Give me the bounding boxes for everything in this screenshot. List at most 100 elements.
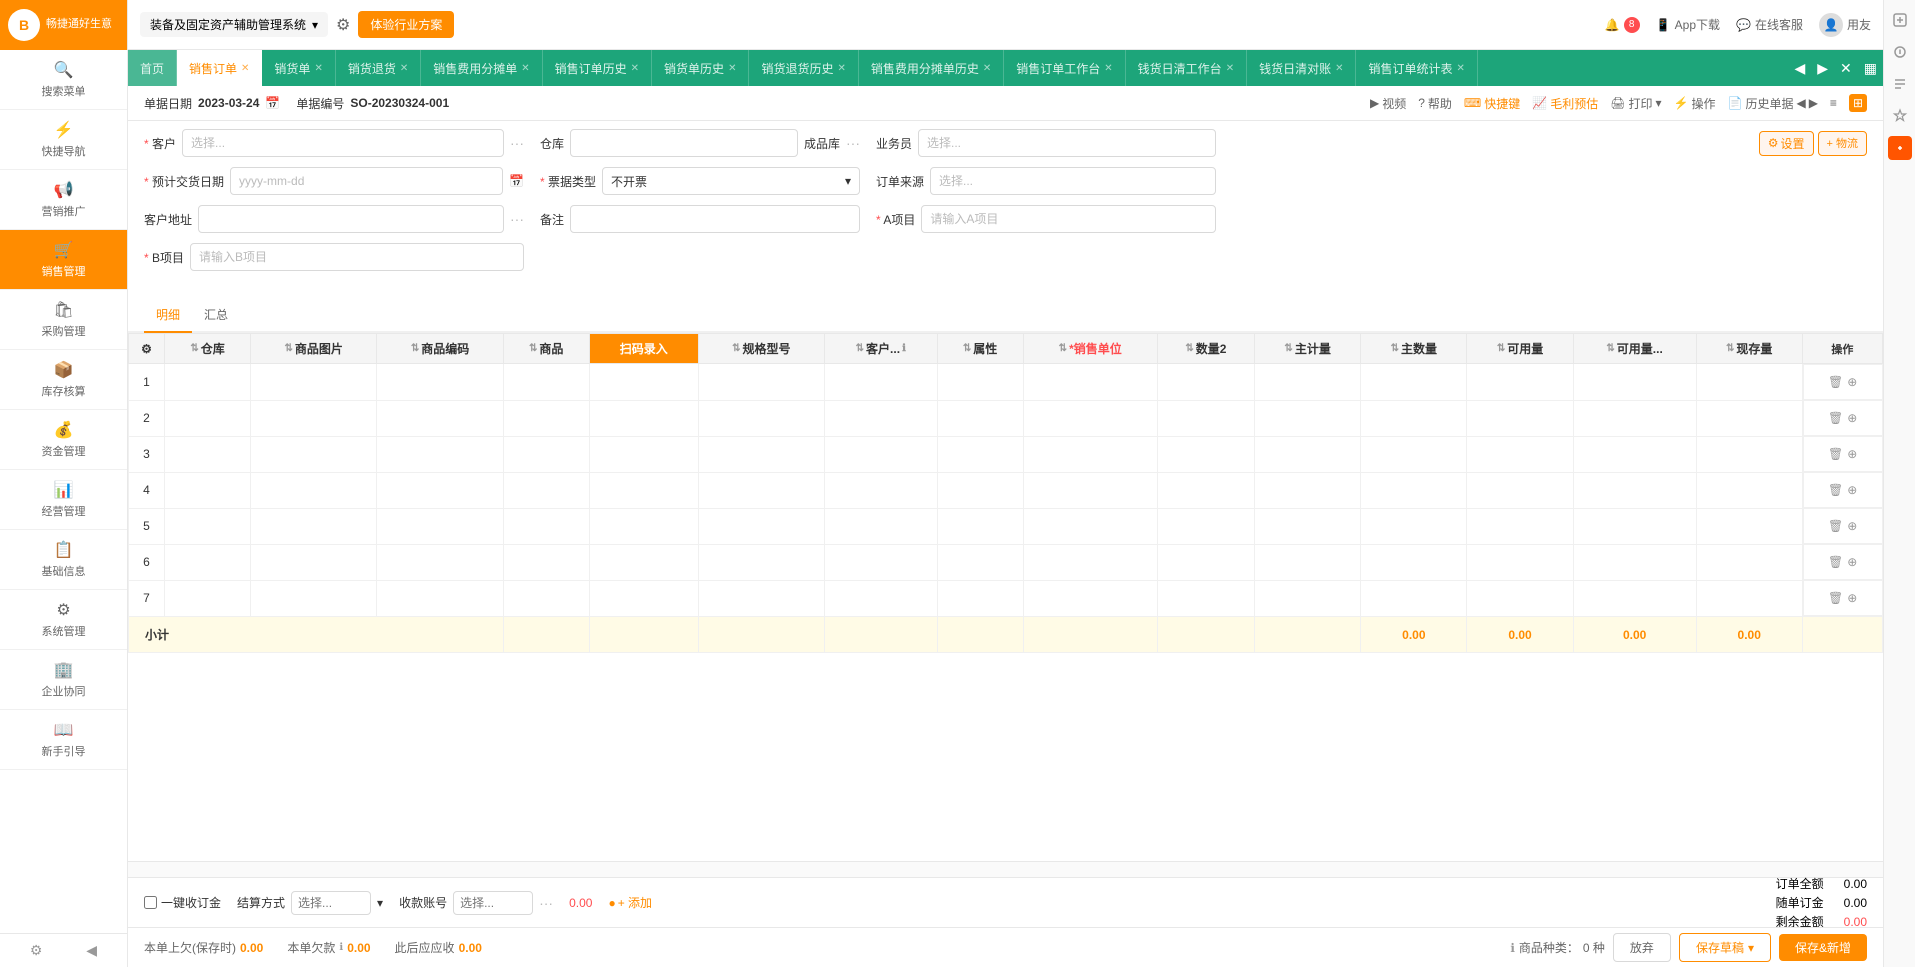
nav-tab-stats[interactable]: 销售订单统计表 ✕ [1356,50,1477,86]
nav-tab-close-icon[interactable]: ✕ [1457,63,1465,74]
online-service-item[interactable]: 💬 在线客服 [1736,16,1803,33]
row-current-stock[interactable] [1696,544,1802,580]
customer-input[interactable] [182,129,504,157]
row-current-stock[interactable] [1696,580,1802,617]
sidebar-settings-btn[interactable]: ⚙ [30,942,43,959]
customer-dots-icon[interactable]: ··· [510,135,524,151]
row-current-stock[interactable] [1696,436,1802,472]
discard-button[interactable]: 放弃 [1613,933,1671,962]
row-customer-code[interactable] [824,436,937,472]
row-current-stock[interactable] [1696,508,1802,544]
nav-tab-return-history[interactable]: 销货退货历史 ✕ [749,50,858,86]
operations-action[interactable]: ⚡ 操作 [1674,95,1716,112]
row-customer-code[interactable] [824,544,937,580]
row-code[interactable] [377,436,503,472]
sidebar-item-purchase[interactable]: 🛍 采购管理 [0,290,127,350]
row-image[interactable] [251,472,377,508]
horizontal-scrollbar[interactable] [128,861,1883,877]
row-qty2[interactable] [1157,436,1254,472]
row-attributes[interactable] [937,580,1023,617]
row-code[interactable] [377,400,503,436]
row-code[interactable] [377,544,503,580]
right-panel-btn-3[interactable] [1888,72,1912,96]
row-main-qty[interactable] [1361,508,1467,544]
row-customer-code[interactable] [824,508,937,544]
nav-tab-return[interactable]: 销货退货 ✕ [336,50,421,86]
row-main-qty[interactable] [1361,580,1467,617]
profit-action[interactable]: 📈 毛利预估 [1532,95,1598,112]
nav-tab-close-icon[interactable]: ✕ [1335,63,1343,74]
history-action[interactable]: 📄 历史单据 ◀ ▶ [1727,95,1817,112]
row-attributes[interactable] [937,400,1023,436]
row-warehouse[interactable] [165,436,251,472]
row-scan[interactable] [589,400,698,436]
tab-summary[interactable]: 汇总 [192,298,240,331]
shortcut-action[interactable]: ⌨ 快捷键 [1464,95,1520,112]
row-qty2[interactable] [1157,400,1254,436]
settings-icon[interactable]: ⚙ [141,342,152,356]
row-warehouse[interactable] [165,580,251,617]
row-product[interactable] [503,364,589,401]
row-scan[interactable] [589,364,698,401]
nav-tab-delivery-history[interactable]: 销货单历史 ✕ [652,50,749,86]
save-new-button[interactable]: 保存&新增 [1779,934,1867,961]
nav-tab-close-icon[interactable]: ✕ [241,63,249,74]
row-main-unit[interactable] [1255,400,1361,436]
row-product[interactable] [503,544,589,580]
sidebar-item-search[interactable]: 🔍 搜索菜单 [0,50,127,110]
save-draft-button[interactable]: 保存草稿 ▾ [1679,933,1771,962]
payment-method-input[interactable] [291,891,371,915]
row-spec[interactable] [698,364,824,401]
row-scan[interactable] [589,508,698,544]
copy-icon[interactable]: ⊕ [1847,447,1857,461]
nav-tab-expense-history[interactable]: 销售费用分摊单历史 ✕ [859,50,1004,86]
row-attributes[interactable] [937,364,1023,401]
row-available1[interactable] [1467,580,1573,617]
expected-date-input[interactable] [230,167,503,195]
solution-button[interactable]: 体验行业方案 [358,11,454,38]
sidebar-item-inventory[interactable]: 📦 库存核算 [0,350,127,410]
row-main-qty[interactable] [1361,400,1467,436]
sidebar-item-nav[interactable]: ⚡ 快捷导航 [0,110,127,170]
row-qty2[interactable] [1157,364,1254,401]
b-project-input[interactable] [190,243,524,271]
row-main-qty[interactable] [1361,364,1467,401]
calendar-icon[interactable]: 📅 [265,96,280,110]
row-code[interactable] [377,472,503,508]
nav-tab-sales-order[interactable]: 销售订单 ✕ [177,50,262,86]
row-available2[interactable] [1573,472,1696,508]
row-scan[interactable] [589,580,698,617]
nav-tab-close-icon[interactable]: ✕ [521,63,529,74]
nav-tab-close-icon[interactable]: ✕ [631,63,639,74]
salesperson-input[interactable] [918,129,1216,157]
settings-button[interactable]: ⚙ 设置 [1759,131,1814,156]
help-action[interactable]: ? 帮助 [1418,95,1452,112]
nav-tab-close-icon[interactable]: ✕ [314,63,322,74]
order-source-input[interactable] [930,167,1216,195]
row-available1[interactable] [1467,508,1573,544]
row-available2[interactable] [1573,436,1696,472]
row-warehouse[interactable] [165,544,251,580]
row-available1[interactable] [1467,472,1573,508]
row-warehouse[interactable] [165,400,251,436]
nav-tab-order-history[interactable]: 销售订单历史 ✕ [543,50,652,86]
copy-icon[interactable]: ⊕ [1847,555,1857,569]
row-main-qty[interactable] [1361,544,1467,580]
nav-tab-daily-workbench[interactable]: 钱货日清工作台 ✕ [1126,50,1247,86]
delete-icon[interactable]: 🗑 [1828,375,1843,389]
row-product[interactable] [503,580,589,617]
row-spec[interactable] [698,472,824,508]
row-available2[interactable] [1573,400,1696,436]
row-main-unit[interactable] [1255,508,1361,544]
row-spec[interactable] [698,436,824,472]
sidebar-item-enterprise[interactable]: 🏢 企业协同 [0,650,127,710]
row-unit[interactable] [1023,544,1157,580]
nav-tab-home[interactable]: 首页 [128,50,177,86]
row-current-stock[interactable] [1696,364,1802,401]
row-code[interactable] [377,364,503,401]
nav-tab-sales-delivery[interactable]: 销货单 ✕ [262,50,335,86]
notification-item[interactable]: 🔔 8 [1605,17,1640,33]
a-project-input[interactable] [921,205,1216,233]
row-product[interactable] [503,508,589,544]
topbar-settings-icon[interactable]: ⚙ [336,15,350,35]
